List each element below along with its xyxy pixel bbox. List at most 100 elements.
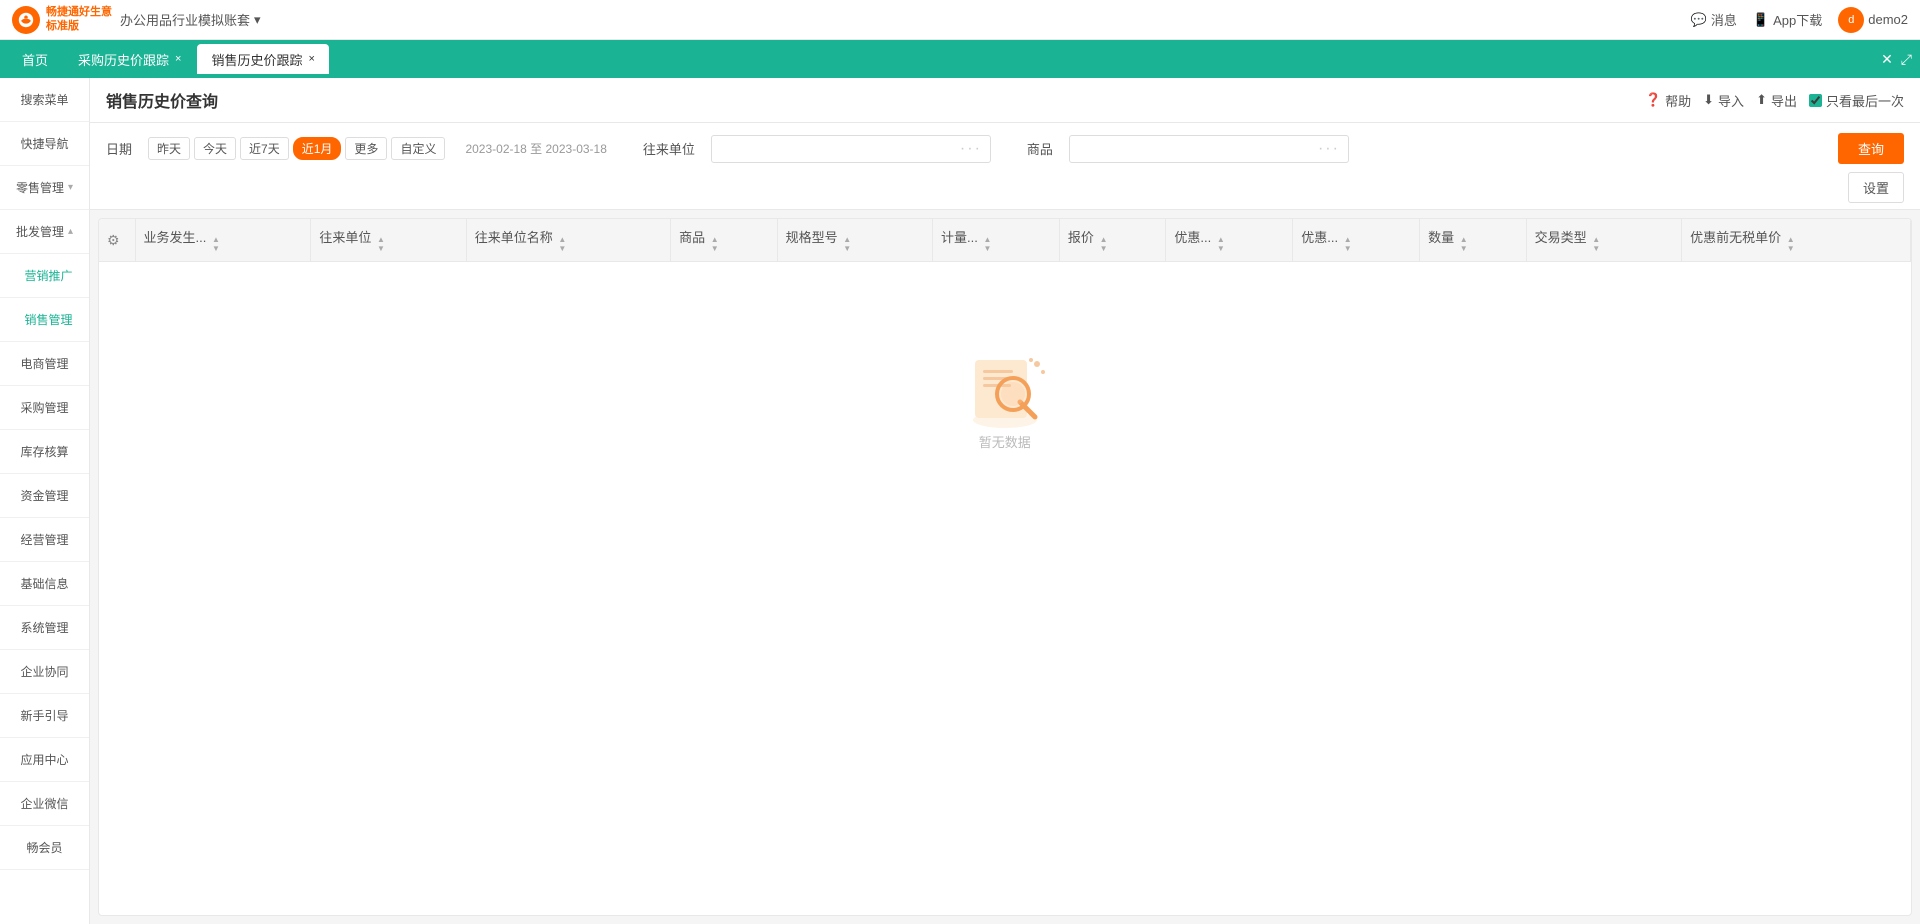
th-discount1[interactable]: 优惠... ▲▼ xyxy=(1166,219,1293,262)
header-left: 畅捷通好生意 标准版 办公用品行业模拟账套 ▾ xyxy=(12,6,261,34)
th-pretax-price[interactable]: 优惠前无税单价 ▲▼ xyxy=(1682,219,1911,262)
sales-mgmt-label: 销售管理 xyxy=(24,311,72,328)
help-button[interactable]: ❓ 帮助 xyxy=(1645,91,1691,110)
purchase-mgmt-label: 采购管理 xyxy=(20,399,68,416)
tab-bar: 首页 采购历史价跟踪 × 销售历史价跟踪 × ✕ ⤢ xyxy=(0,40,1920,78)
sidebar-item-wholesale-mgmt[interactable]: 批发管理 ▴ xyxy=(0,210,89,254)
table-header-row: ⚙ 业务发生... ▲▼ 往来单位 ▲▼ 往来单位名称 ▲▼ xyxy=(99,219,1911,262)
table-settings-gear-icon[interactable]: ⚙ xyxy=(107,232,120,248)
import-button[interactable]: ⬇ 导入 xyxy=(1703,91,1744,110)
th-trade-type[interactable]: 交易类型 ▲▼ xyxy=(1526,219,1681,262)
counterparty-name-sort-icon: ▲▼ xyxy=(558,235,566,253)
th-unit[interactable]: 计量... ▲▼ xyxy=(933,219,1060,262)
date-btn-custom[interactable]: 自定义 xyxy=(391,137,445,160)
sidebar-item-system-mgmt[interactable]: 系统管理 xyxy=(0,606,89,650)
th-quantity[interactable]: 数量 ▲▼ xyxy=(1420,219,1526,262)
goods-input[interactable]: ··· xyxy=(1069,135,1349,163)
sidebar-item-enterprise-coop[interactable]: 企业协同 xyxy=(0,650,89,694)
only-last-checkbox[interactable] xyxy=(1809,94,1822,107)
unit-sort-icon: ▲▼ xyxy=(984,235,992,253)
wholesale-mgmt-label: 批发管理 xyxy=(16,223,64,240)
app-download-button[interactable]: 📱 App下载 xyxy=(1753,10,1822,29)
message-button[interactable]: 💬 消息 xyxy=(1691,10,1737,29)
app-logo-text: 畅捷通好生意 标准版 xyxy=(46,6,112,32)
page-title: 销售历史价查询 xyxy=(106,88,218,112)
system-mgmt-label: 系统管理 xyxy=(20,619,68,636)
app-logo-icon xyxy=(12,6,40,34)
quoted-price-sort-icon: ▲▼ xyxy=(1100,235,1108,253)
tab-close-all-icon[interactable]: ✕ xyxy=(1881,51,1893,68)
sidebar-item-purchase-mgmt[interactable]: 采购管理 xyxy=(0,386,89,430)
sidebar-item-new-guide[interactable]: 新手引导 xyxy=(0,694,89,738)
finance-mgmt-label: 资金管理 xyxy=(20,487,68,504)
only-last-label: 只看最后一次 xyxy=(1826,91,1904,110)
tab-bar-actions: ✕ ⤢ xyxy=(1881,51,1912,68)
goods-sort-icon: ▲▼ xyxy=(711,235,719,253)
data-table: ⚙ 业务发生... ▲▼ 往来单位 ▲▼ 往来单位名称 ▲▼ xyxy=(99,219,1911,531)
tab-home[interactable]: 首页 xyxy=(8,44,62,74)
user-profile[interactable]: d demo2 xyxy=(1838,7,1908,33)
tab-sales-history-label: 销售历史价跟踪 xyxy=(211,50,302,69)
member-label: 畅会员 xyxy=(26,839,62,856)
th-discount1-label: 优惠... xyxy=(1174,230,1211,245)
tab-purchase-history-label: 采购历史价跟踪 xyxy=(78,50,169,69)
sidebar-item-sales-mgmt[interactable]: 销售管理 xyxy=(0,298,89,342)
date-btn-yesterday[interactable]: 昨天 xyxy=(148,137,190,160)
goods-label: 商品 xyxy=(1027,139,1053,158)
marketing-label: 营销推广 xyxy=(24,267,72,284)
filter-row-1: 日期 昨天 今天 近7天 近1月 更多 自定义 2023-02-18 至 202… xyxy=(106,133,1904,164)
sidebar-item-enterprise-wechat[interactable]: 企业微信 xyxy=(0,782,89,826)
tab-purchase-history-close[interactable]: × xyxy=(175,53,181,65)
only-last-checkbox-area[interactable]: 只看最后一次 xyxy=(1809,91,1904,110)
table-head: ⚙ 业务发生... ▲▼ 往来单位 ▲▼ 往来单位名称 ▲▼ xyxy=(99,219,1911,262)
query-button[interactable]: 查询 xyxy=(1838,133,1904,164)
date-btn-more[interactable]: 更多 xyxy=(345,137,387,160)
app-download-icon: 📱 xyxy=(1753,12,1769,28)
workspace-selector[interactable]: 办公用品行业模拟账套 ▾ xyxy=(120,10,261,29)
date-btn-1month[interactable]: 近1月 xyxy=(293,137,342,160)
sidebar-item-retail-mgmt[interactable]: 零售管理 ▾ xyxy=(0,166,89,210)
retail-mgmt-arrow: ▾ xyxy=(68,182,73,193)
empty-state-cell: 暂无数据 xyxy=(99,262,1911,532)
tab-sales-history-close[interactable]: × xyxy=(308,53,314,65)
logo-area: 畅捷通好生意 标准版 xyxy=(12,6,112,34)
tab-home-label: 首页 xyxy=(22,50,48,69)
export-button[interactable]: ⬆ 导出 xyxy=(1756,91,1797,110)
sidebar-item-ecommerce-mgmt[interactable]: 电商管理 xyxy=(0,342,89,386)
tab-sales-history[interactable]: 销售历史价跟踪 × xyxy=(197,44,328,74)
new-guide-label: 新手引导 xyxy=(20,707,68,724)
tab-maximize-icon[interactable]: ⤢ xyxy=(1901,51,1912,68)
th-goods-label: 商品 xyxy=(679,230,705,245)
th-quoted-price-label: 报价 xyxy=(1068,230,1094,245)
th-settings: ⚙ xyxy=(99,219,135,262)
inventory-label: 库存核算 xyxy=(20,443,68,460)
date-btn-today[interactable]: 今天 xyxy=(194,137,236,160)
sidebar-item-basic-info[interactable]: 基础信息 xyxy=(0,562,89,606)
filter-row-2: 设置 xyxy=(106,172,1904,203)
sidebar-item-inventory[interactable]: 库存核算 xyxy=(0,430,89,474)
counterparty-filter: 往来单位 xyxy=(643,139,695,158)
sidebar-item-app-center[interactable]: 应用中心 xyxy=(0,738,89,782)
sidebar-item-search-menu[interactable]: 搜索菜单 xyxy=(0,78,89,122)
ecommerce-mgmt-label: 电商管理 xyxy=(20,355,68,372)
sidebar-item-quick-nav[interactable]: 快捷导航 xyxy=(0,122,89,166)
sidebar-item-operations-mgmt[interactable]: 经营管理 xyxy=(0,518,89,562)
th-goods[interactable]: 商品 ▲▼ xyxy=(671,219,777,262)
tab-purchase-history[interactable]: 采购历史价跟踪 × xyxy=(64,44,195,74)
th-counterparty-name[interactable]: 往来单位名称 ▲▼ xyxy=(466,219,670,262)
th-counterparty-code[interactable]: 往来单位 ▲▼ xyxy=(311,219,466,262)
table-body: 暂无数据 xyxy=(99,262,1911,532)
th-spec[interactable]: 规格型号 ▲▼ xyxy=(777,219,932,262)
th-biz-date[interactable]: 业务发生... ▲▼ xyxy=(135,219,311,262)
sidebar-item-member[interactable]: 畅会员 xyxy=(0,826,89,870)
date-buttons: 昨天 今天 近7天 近1月 更多 自定义 xyxy=(148,137,445,160)
sidebar-item-marketing[interactable]: 营销推广 xyxy=(0,254,89,298)
spec-sort-icon: ▲▼ xyxy=(843,235,851,253)
counterparty-input[interactable]: ··· xyxy=(711,135,991,163)
th-quoted-price[interactable]: 报价 ▲▼ xyxy=(1059,219,1165,262)
th-discount2[interactable]: 优惠... ▲▼ xyxy=(1293,219,1420,262)
sidebar-item-finance-mgmt[interactable]: 资金管理 xyxy=(0,474,89,518)
message-icon: 💬 xyxy=(1691,12,1707,28)
settings-button[interactable]: 设置 xyxy=(1848,172,1904,203)
date-btn-7days[interactable]: 近7天 xyxy=(240,137,289,160)
